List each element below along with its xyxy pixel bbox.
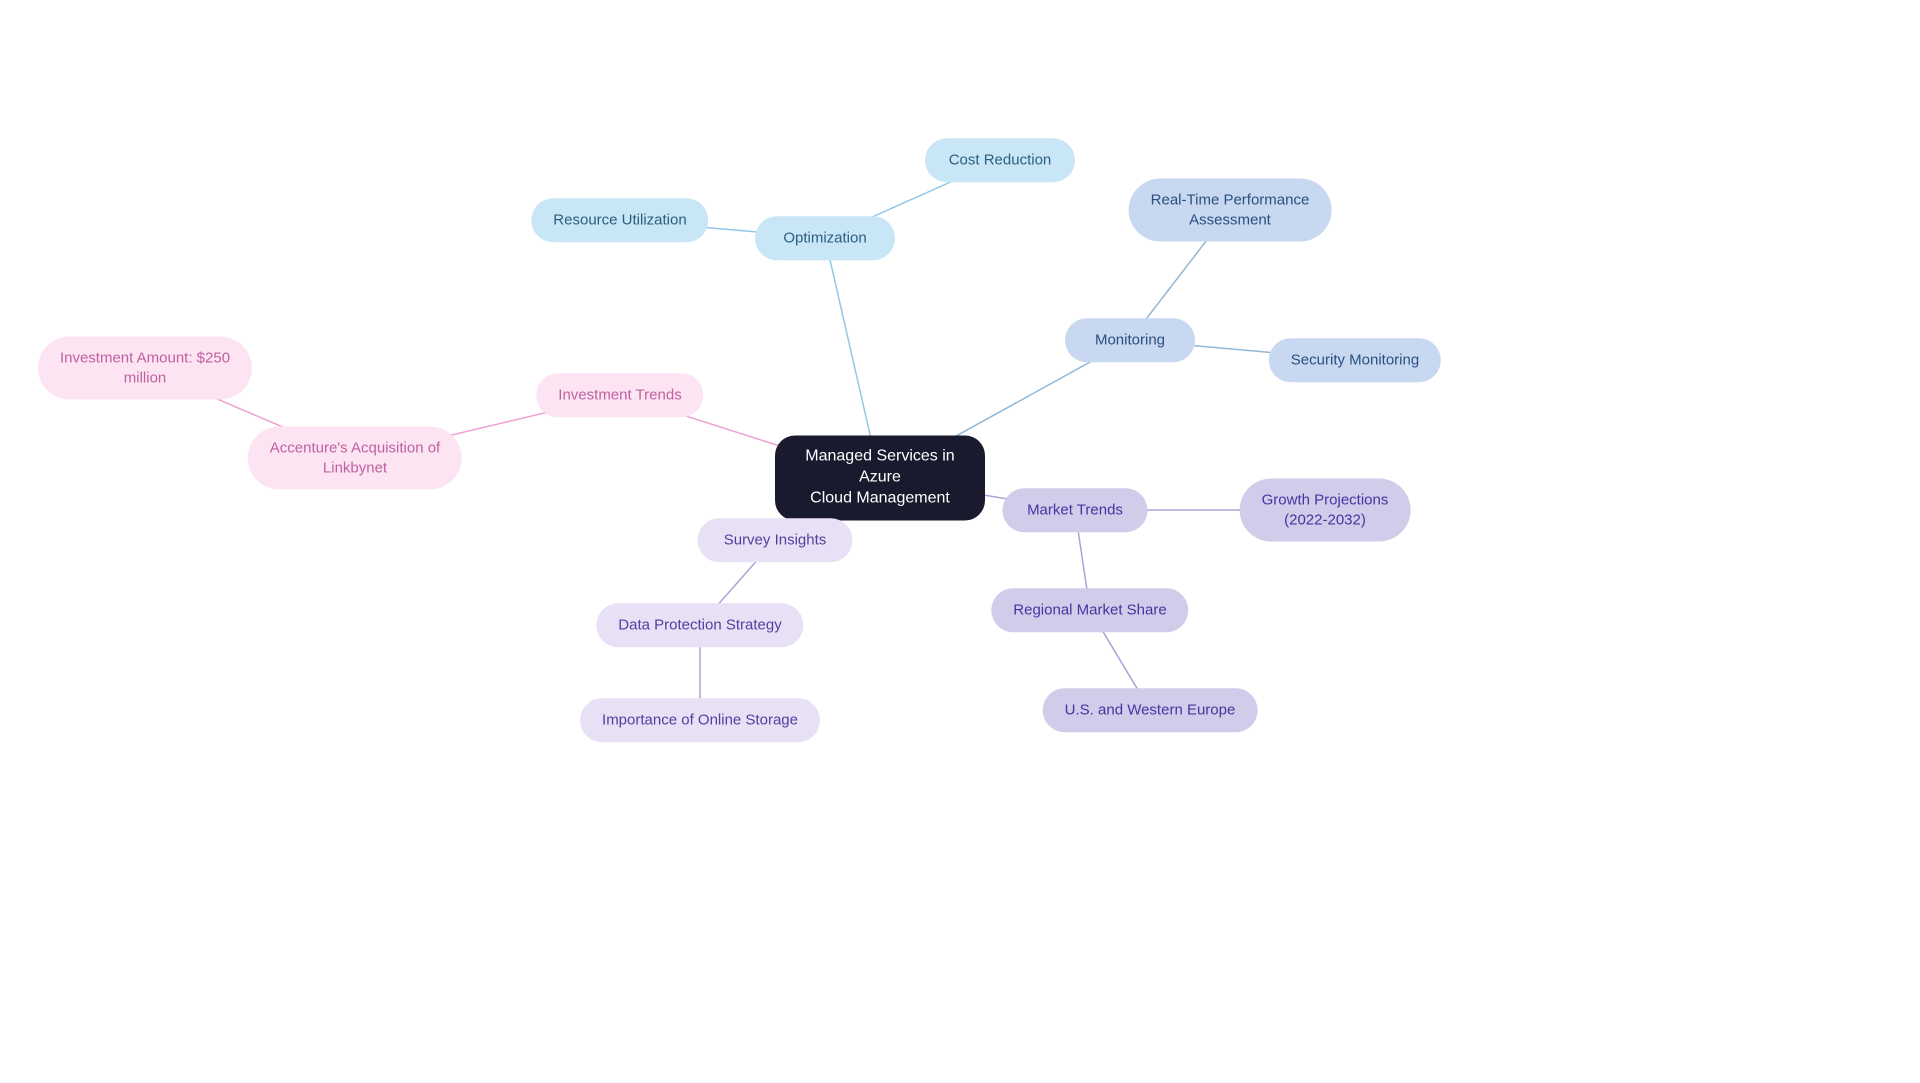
- resource-utilization-node[interactable]: Resource Utilization: [531, 198, 708, 242]
- optimization-node[interactable]: Optimization: [755, 216, 895, 260]
- importance-online-label: Importance of Online Storage: [602, 710, 798, 730]
- data-protection-label: Data Protection Strategy: [618, 615, 781, 635]
- security-monitoring-node[interactable]: Security Monitoring: [1269, 338, 1441, 382]
- center-node[interactable]: Managed Services in Azure Cloud Manageme…: [775, 436, 985, 521]
- investment-trends-node[interactable]: Investment Trends: [536, 373, 703, 417]
- center-label: Managed Services in Azure Cloud Manageme…: [797, 447, 963, 509]
- investment-amount-label: Investment Amount: $250 million: [60, 349, 230, 388]
- us-western-europe-node[interactable]: U.S. and Western Europe: [1043, 688, 1258, 732]
- monitoring-label: Monitoring: [1095, 330, 1165, 350]
- monitoring-node[interactable]: Monitoring: [1065, 318, 1195, 362]
- resource-utilization-label: Resource Utilization: [553, 210, 686, 230]
- survey-insights-node[interactable]: Survey Insights: [698, 518, 853, 562]
- us-western-europe-label: U.S. and Western Europe: [1065, 700, 1236, 720]
- growth-projections-node[interactable]: Growth Projections (2022-2032): [1240, 479, 1411, 542]
- realtime-performance-label: Real-Time Performance Assessment: [1151, 191, 1310, 230]
- market-trends-label: Market Trends: [1027, 500, 1123, 520]
- importance-online-node[interactable]: Importance of Online Storage: [580, 698, 820, 742]
- regional-market-label: Regional Market Share: [1013, 600, 1166, 620]
- cost-reduction-label: Cost Reduction: [949, 150, 1052, 170]
- market-trends-node[interactable]: Market Trends: [1003, 488, 1148, 532]
- accenture-node[interactable]: Accenture's Acquisition of Linkbynet: [248, 427, 462, 490]
- investment-amount-node[interactable]: Investment Amount: $250 million: [38, 337, 252, 400]
- security-monitoring-label: Security Monitoring: [1291, 350, 1419, 370]
- investment-trends-label: Investment Trends: [558, 385, 681, 405]
- survey-insights-label: Survey Insights: [724, 530, 827, 550]
- accenture-label: Accenture's Acquisition of Linkbynet: [270, 439, 440, 478]
- data-protection-node[interactable]: Data Protection Strategy: [596, 603, 803, 647]
- optimization-label: Optimization: [783, 228, 866, 248]
- regional-market-node[interactable]: Regional Market Share: [991, 588, 1188, 632]
- growth-projections-label: Growth Projections (2022-2032): [1262, 491, 1389, 530]
- cost-reduction-node[interactable]: Cost Reduction: [925, 138, 1075, 182]
- realtime-performance-node[interactable]: Real-Time Performance Assessment: [1129, 179, 1332, 242]
